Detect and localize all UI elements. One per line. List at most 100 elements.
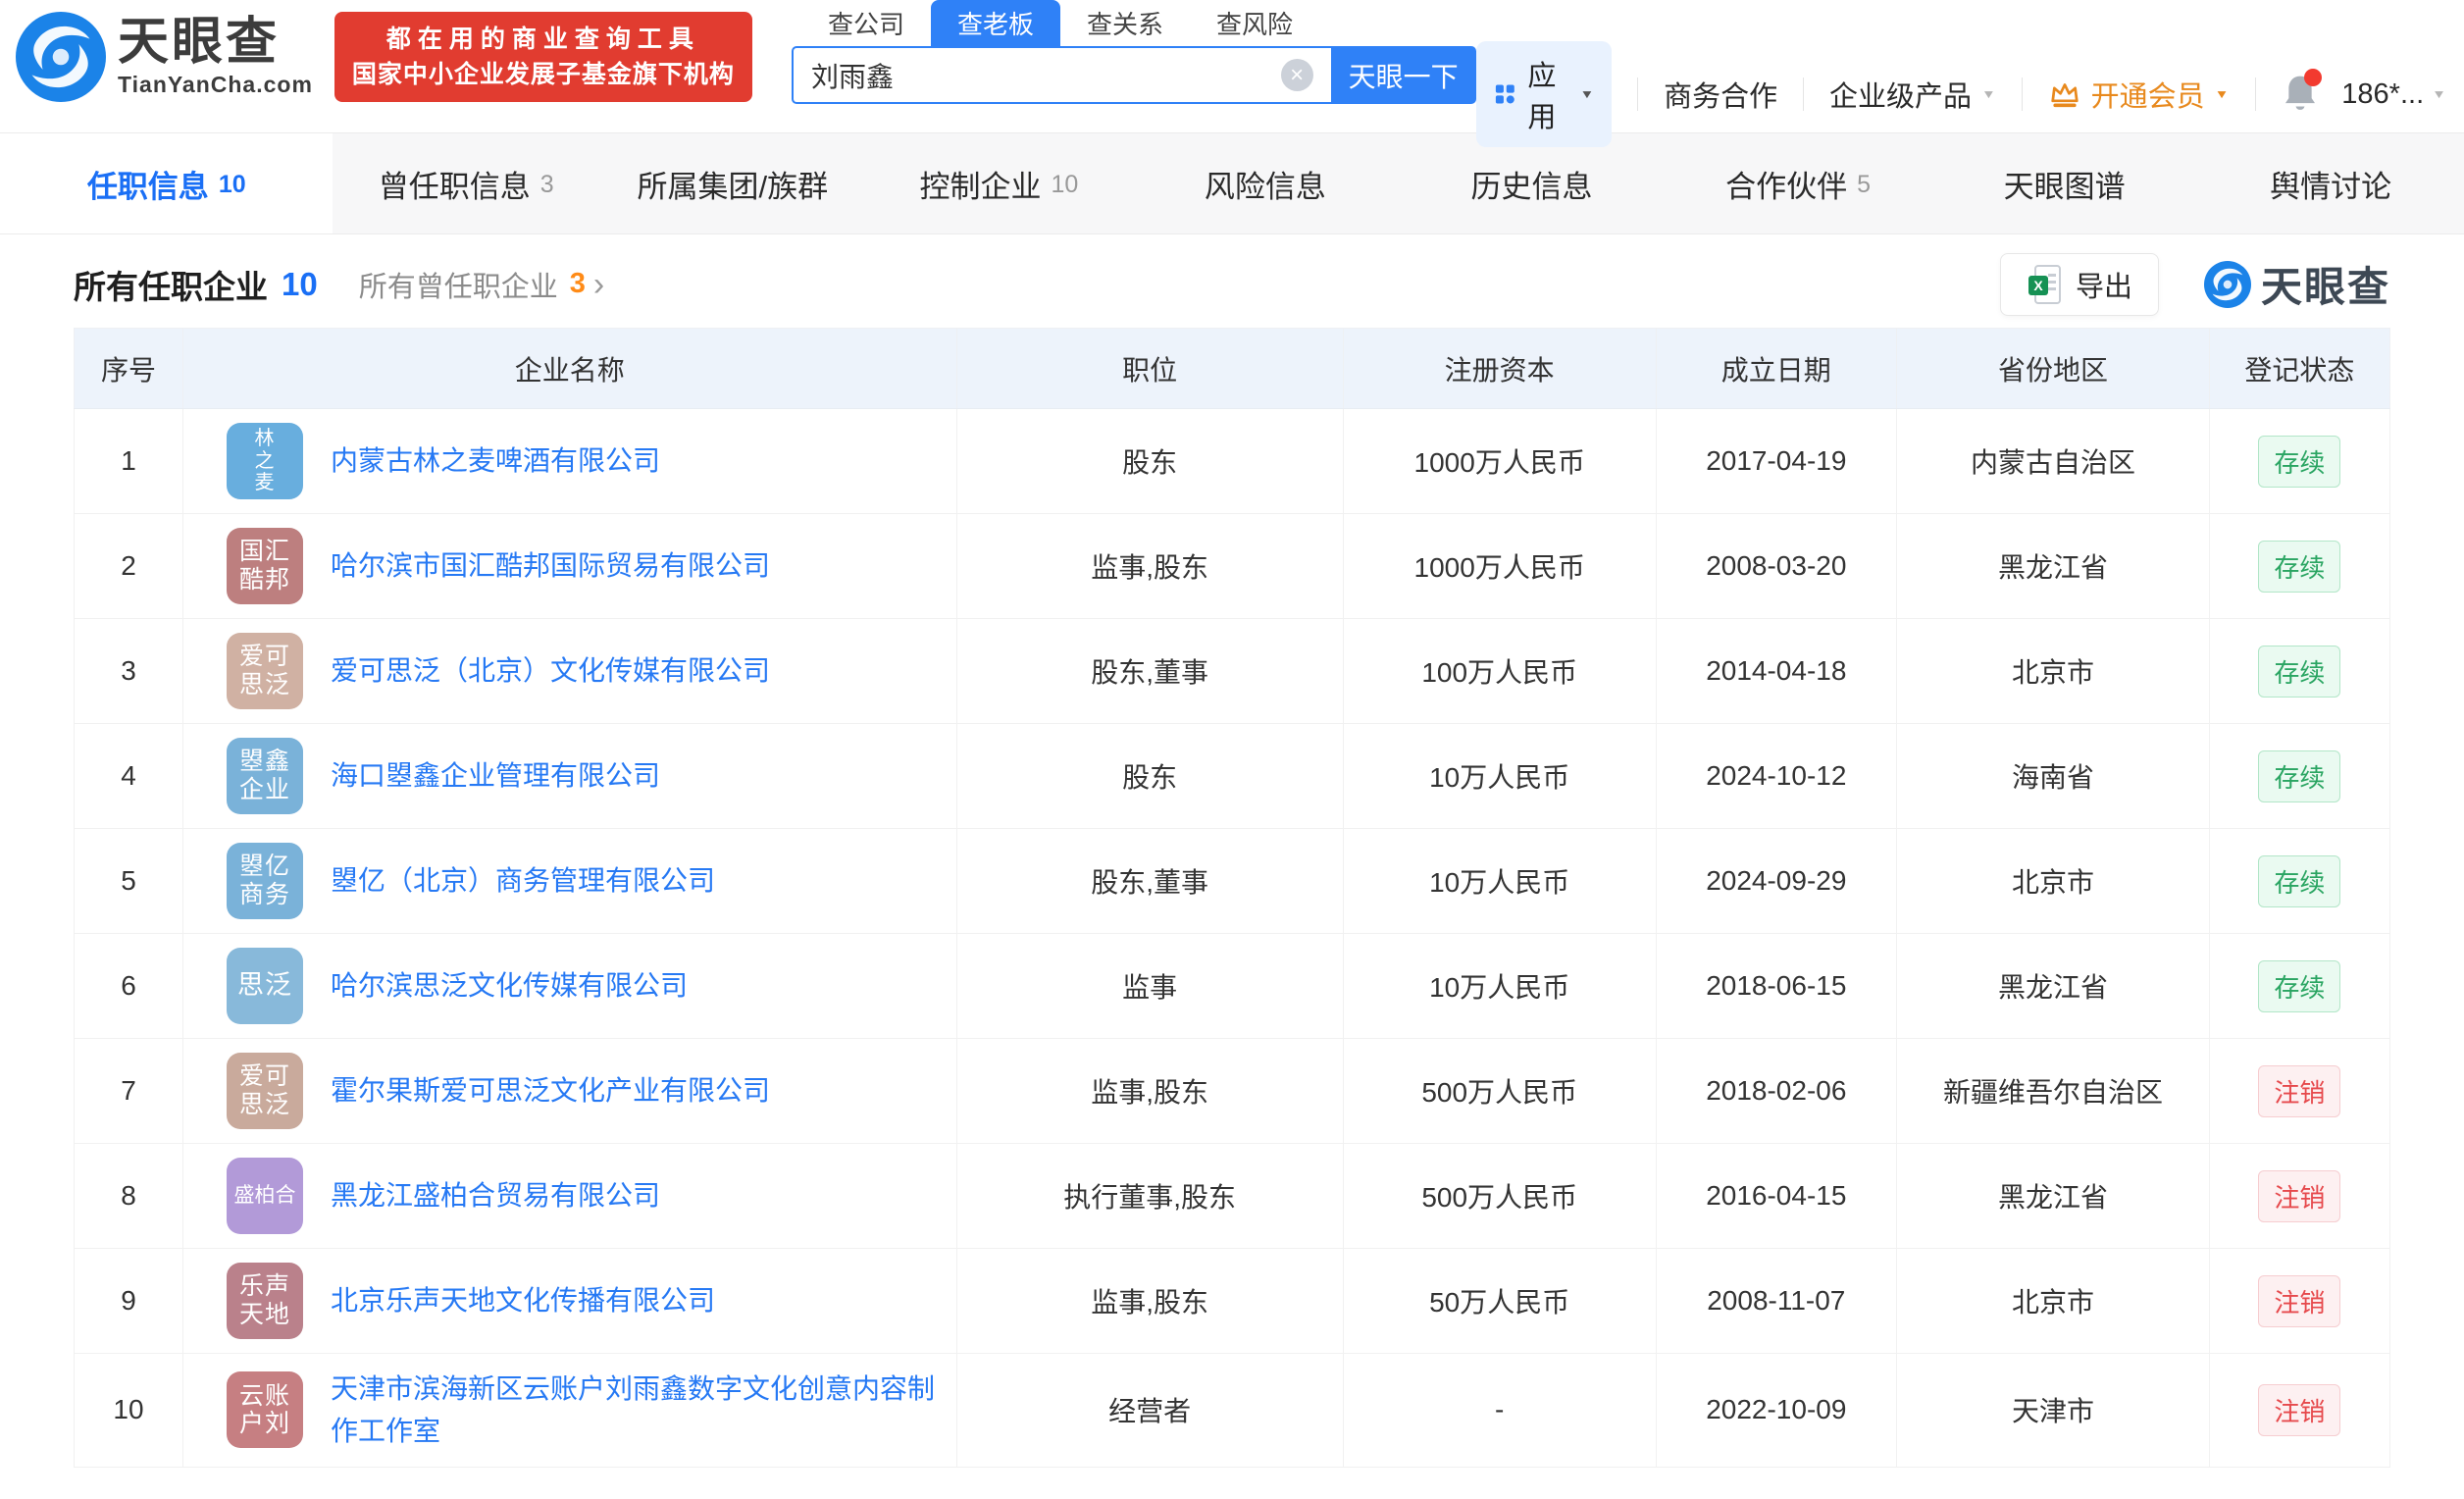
profile-tab-label: 天眼图谱 xyxy=(2003,169,2126,204)
search-scope-tab-label: 查风险 xyxy=(1215,10,1293,39)
company-cell: 爱可 思泛 霍尔果斯爱可思泛文化产业有限公司 xyxy=(181,1038,957,1144)
profile-tab[interactable]: 合作伙伴 5 xyxy=(1665,133,1931,233)
status-badge: 存续 xyxy=(2258,750,2341,802)
company-avatar: 曌亿 商务 xyxy=(226,843,303,919)
search-input[interactable] xyxy=(810,59,1281,91)
table-body: 1 林之麦 内蒙古林之麦啤酒有限公司 股东 1000万人民币 2017-04-1… xyxy=(74,408,2391,1468)
profile-tab[interactable]: 风险信息 xyxy=(1132,133,1399,233)
company-name-link[interactable]: 曌亿（北京）商务管理有限公司 xyxy=(331,859,715,902)
watermark-logo-icon xyxy=(2203,260,2251,308)
search-tabs: 查公司 查老板 查关系 查风险 xyxy=(792,0,1476,46)
company-name-link[interactable]: 黑龙江盛柏合贸易有限公司 xyxy=(331,1174,660,1216)
tianyancha-logo[interactable]: 天眼查 TianYanCha.com xyxy=(16,12,313,102)
search-button[interactable]: 天眼一下 xyxy=(1330,46,1476,104)
nav-divider xyxy=(1803,78,1804,111)
registered-capital-cell: 10万人民币 xyxy=(1342,828,1657,934)
founding-date-cell: 2018-02-06 xyxy=(1655,1038,1898,1144)
vip-label: 开通会员 xyxy=(2090,81,2205,113)
nav-divider xyxy=(1637,78,1639,111)
company-name-link[interactable]: 霍尔果斯爱可思泛文化产业有限公司 xyxy=(331,1069,770,1111)
company-name-link[interactable]: 天津市滨海新区云账户刘雨鑫数字文化创意内容制作工作室 xyxy=(331,1368,947,1453)
search-box: × xyxy=(791,46,1331,104)
status-cell: 存续 xyxy=(2208,933,2391,1039)
former-positions-link[interactable]: 所有曾任职企业 3 › xyxy=(359,264,604,305)
company-name-link[interactable]: 爱可思泛（北京）文化传媒有限公司 xyxy=(331,649,770,692)
position-cell: 监事 xyxy=(955,933,1344,1039)
row-number-cell: 8 xyxy=(74,1143,183,1249)
founding-date-cell: 2016-04-15 xyxy=(1655,1143,1898,1249)
registered-capital-cell: 50万人民币 xyxy=(1342,1248,1657,1354)
export-button[interactable]: X 导出 xyxy=(1999,252,2159,316)
status-badge: 注销 xyxy=(2258,1169,2341,1222)
search-scope-tab[interactable]: 查关系 xyxy=(1060,0,1190,46)
status-cell: 存续 xyxy=(2208,618,2391,724)
province-cell: 北京市 xyxy=(1896,618,2210,724)
status-cell: 存续 xyxy=(2208,513,2391,619)
row-number-cell: 9 xyxy=(74,1248,183,1354)
table-column-header: 职位 xyxy=(955,328,1344,409)
province-cell: 黑龙江省 xyxy=(1896,933,2210,1039)
company-cell: 国汇 酷邦 哈尔滨市国汇酷邦国际贸易有限公司 xyxy=(181,513,957,619)
profile-tab[interactable]: 控制企业 10 xyxy=(866,133,1133,233)
row-number-cell: 1 xyxy=(74,408,183,514)
row-number-cell: 3 xyxy=(74,618,183,724)
profile-tab[interactable]: 任职信息 10 xyxy=(0,133,334,233)
company-name-link[interactable]: 海口曌鑫企业管理有限公司 xyxy=(331,754,660,797)
notification-bell-button[interactable] xyxy=(2281,69,2323,116)
profile-tab[interactable]: 历史信息 xyxy=(1399,133,1666,233)
search-scope-tab[interactable]: 查公司 xyxy=(801,0,931,46)
top-nav: 应用 ▼ 商务合作 企业级产品 ▼ 开通会员 ▼ 186*... ▼ xyxy=(1475,41,2446,147)
profile-tab-label: 任职信息 xyxy=(86,169,209,204)
table-column-header: 登记状态 xyxy=(2208,328,2391,409)
company-name-link[interactable]: 内蒙古林之麦啤酒有限公司 xyxy=(331,439,660,482)
founding-date-cell: 2018-06-15 xyxy=(1655,933,1898,1039)
company-name-link[interactable]: 哈尔滨思泛文化传媒有限公司 xyxy=(331,964,688,1007)
nav-item-business[interactable]: 商务合作 xyxy=(1664,74,1777,115)
status-badge: 注销 xyxy=(2258,1383,2341,1436)
search-scope-tab[interactable]: 查风险 xyxy=(1190,0,1319,46)
company-avatar: 爱可 思泛 xyxy=(226,1053,303,1129)
status-badge: 注销 xyxy=(2258,1274,2341,1327)
apps-menu-button[interactable]: 应用 ▼ xyxy=(1475,41,1613,147)
chevron-right-icon: › xyxy=(592,265,605,303)
profile-tab-label: 所属集团/族群 xyxy=(637,169,829,204)
nav-item-enterprise[interactable]: 企业级产品 ▼ xyxy=(1829,74,1996,115)
founding-date-cell: 2022-10-09 xyxy=(1655,1353,1898,1468)
apps-grid-icon xyxy=(1495,84,1514,104)
company-name-link[interactable]: 北京乐声天地文化传播有限公司 xyxy=(331,1279,715,1321)
status-badge: 存续 xyxy=(2258,854,2341,907)
clear-search-icon[interactable]: × xyxy=(1280,59,1313,91)
company-name-link[interactable]: 哈尔滨市国汇酷邦国际贸易有限公司 xyxy=(331,544,770,587)
apps-caret-icon: ▼ xyxy=(1579,87,1595,101)
profile-tab[interactable]: 曾任职信息 3 xyxy=(333,133,599,233)
status-cell: 存续 xyxy=(2208,828,2391,934)
province-cell: 天津市 xyxy=(1896,1353,2210,1468)
section-header: 所有任职企业 10 所有曾任职企业 3 › X 导出 天眼查 xyxy=(74,234,2390,328)
founding-date-cell: 2008-11-07 xyxy=(1655,1248,1898,1354)
nav-item-vip[interactable]: 开通会员 ▼ xyxy=(2048,74,2230,115)
company-cell: 盛柏合 黑龙江盛柏合贸易有限公司 xyxy=(181,1143,957,1249)
province-cell: 北京市 xyxy=(1896,828,2210,934)
table-row: 1 林之麦 内蒙古林之麦啤酒有限公司 股东 1000万人民币 2017-04-1… xyxy=(74,408,2391,514)
user-account-button[interactable]: 186*... ▼ xyxy=(2341,78,2446,111)
status-badge: 注销 xyxy=(2258,1064,2341,1117)
search-row: × 天眼一下 xyxy=(791,46,1476,104)
company-avatar: 云账 户刘 xyxy=(226,1371,303,1449)
svg-text:X: X xyxy=(2033,278,2043,293)
former-positions-label: 所有曾任职企业 xyxy=(358,271,558,303)
province-cell: 海南省 xyxy=(1896,723,2210,829)
position-cell: 监事,股东 xyxy=(955,513,1344,619)
profile-tab[interactable]: 舆情讨论 xyxy=(2197,133,2464,233)
company-avatar: 曌鑫 企业 xyxy=(226,738,303,814)
business-label: 商务合作 xyxy=(1664,81,1778,113)
founding-date-cell: 2024-09-29 xyxy=(1655,828,1898,934)
row-number-cell: 6 xyxy=(74,933,183,1039)
table-row: 6 思泛 哈尔滨思泛文化传媒有限公司 监事 10万人民币 2018-06-15 … xyxy=(74,933,2391,1039)
status-cell: 注销 xyxy=(2208,1038,2391,1144)
profile-tab-label: 合作伙伴 xyxy=(1725,169,1848,204)
profile-tab[interactable]: 天眼图谱 xyxy=(1931,133,2198,233)
search-scope-tab[interactable]: 查老板 xyxy=(930,0,1060,46)
nav-divider xyxy=(2254,78,2256,111)
profile-tab-bar: 任职信息 10 曾任职信息 3 所属集团/族群 控制企业 10 风险信息 历史信… xyxy=(0,133,2464,234)
profile-tab[interactable]: 所属集团/族群 xyxy=(599,133,866,233)
